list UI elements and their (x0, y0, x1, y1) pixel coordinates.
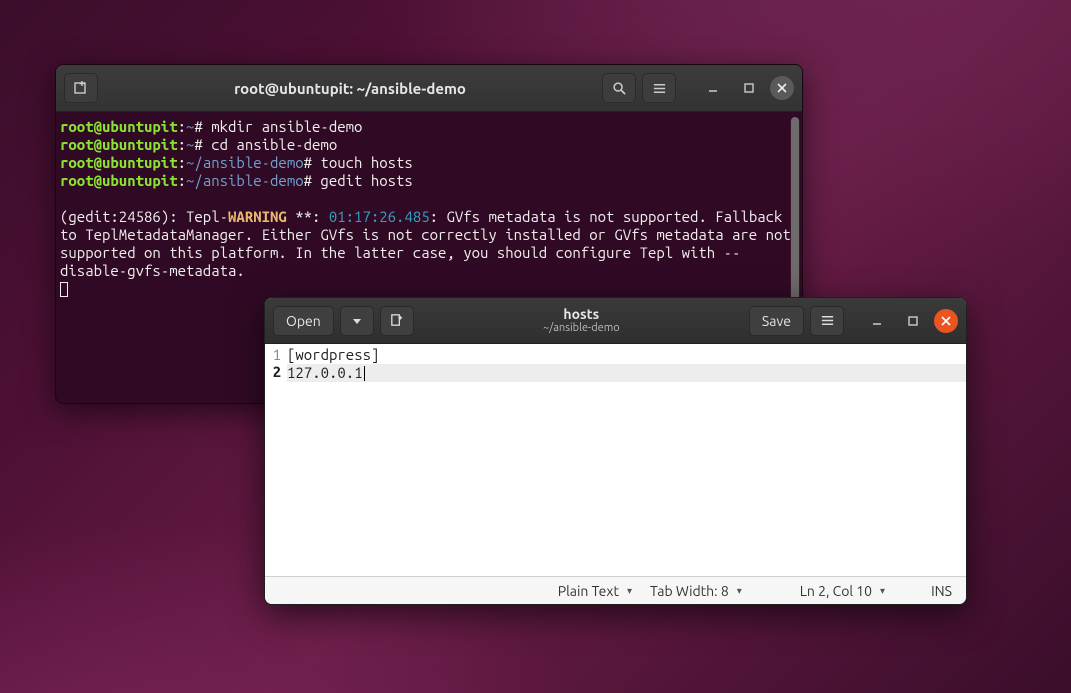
gedit-maximize-button[interactable] (898, 315, 928, 327)
gedit-line[interactable]: [wordpress] (287, 346, 966, 364)
gedit-insert-mode[interactable]: INS (927, 583, 956, 599)
terminal-cursor (60, 282, 68, 297)
gedit-language-selector[interactable]: Plain Text (554, 583, 636, 599)
gedit-open-button[interactable]: Open (273, 306, 334, 336)
gedit-subtitle: ~/ansible-demo (420, 322, 743, 334)
terminal-minimize-button[interactable] (698, 82, 728, 94)
gedit-cursor-position[interactable]: Ln 2, Col 10 (796, 583, 889, 599)
gedit-close-button[interactable] (934, 309, 958, 333)
gedit-menu-button[interactable] (810, 306, 844, 336)
gedit-line-gutter: 12 (265, 344, 285, 576)
gedit-line[interactable]: 127.0.0.1 (287, 364, 966, 382)
gedit-text-editor[interactable]: [wordpress]127.0.0.1 (285, 344, 966, 576)
terminal-maximize-button[interactable] (734, 82, 764, 94)
gedit-title: hosts (420, 307, 743, 322)
terminal-close-button[interactable] (770, 76, 794, 100)
terminal-title: root@ubuntupit: ~/ansible-demo (234, 80, 466, 97)
gedit-header: Open hosts ~/ansible-demo Save (265, 298, 966, 344)
gedit-editor-area[interactable]: 12 [wordpress]127.0.0.1 (265, 344, 966, 576)
terminal-warning: (gedit:24586): Tepl-WARNING **: 01:17:26… (60, 208, 799, 279)
gedit-new-document-button[interactable] (380, 306, 414, 336)
terminal-header: root@ubuntupit: ~/ansible-demo (56, 65, 802, 112)
gedit-minimize-button[interactable] (862, 315, 892, 327)
terminal-new-tab-button[interactable] (64, 73, 98, 103)
gedit-title-block: hosts ~/ansible-demo (420, 307, 743, 334)
terminal-search-button[interactable] (602, 73, 636, 103)
gedit-window: Open hosts ~/ansible-demo Save 12 [wordp… (264, 297, 967, 605)
gedit-save-button[interactable]: Save (749, 306, 804, 336)
gedit-tabwidth-selector[interactable]: Tab Width: 8 (646, 583, 746, 599)
gedit-text-cursor (364, 366, 365, 381)
gedit-open-recent-button[interactable] (340, 306, 374, 336)
gedit-status-bar: Plain Text Tab Width: 8 Ln 2, Col 10 INS (265, 576, 966, 604)
terminal-menu-button[interactable] (642, 73, 676, 103)
